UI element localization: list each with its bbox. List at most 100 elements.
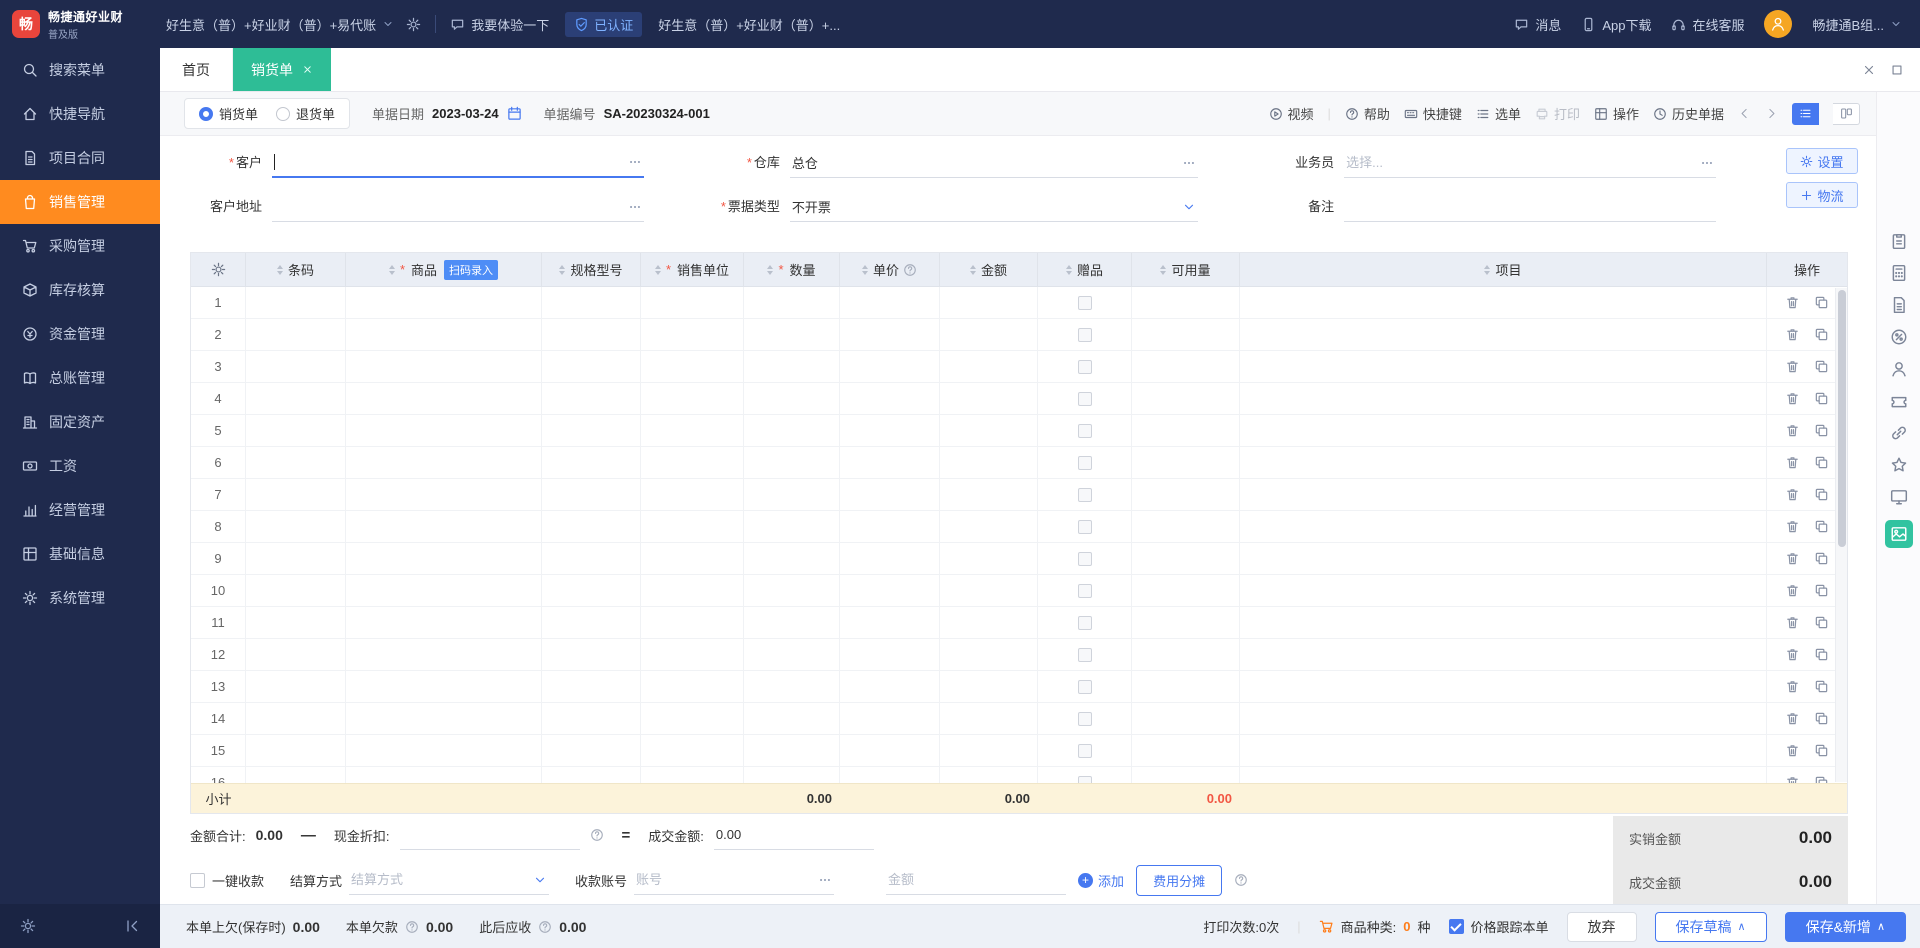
copy-row-icon[interactable] <box>1814 423 1829 438</box>
copy-row-icon[interactable] <box>1814 359 1829 374</box>
table-cell[interactable] <box>940 575 1038 606</box>
table-cell[interactable] <box>744 511 840 542</box>
chevron-down-icon[interactable] <box>533 873 547 887</box>
copy-row-icon[interactable] <box>1814 615 1829 630</box>
table-cell[interactable] <box>246 511 346 542</box>
table-cell[interactable] <box>744 575 840 606</box>
table-cell[interactable] <box>542 319 641 350</box>
copy-row-icon[interactable] <box>1814 583 1829 598</box>
sidebar-item-4[interactable]: 采购管理 <box>0 224 160 268</box>
gift-checkbox[interactable] <box>1077 615 1092 630</box>
table-cell[interactable] <box>1240 511 1767 542</box>
one-click-receipt[interactable]: 一键收款 <box>190 871 264 890</box>
table-cell[interactable] <box>744 607 840 638</box>
table-cell[interactable] <box>542 735 641 766</box>
table-cell[interactable] <box>1132 607 1240 638</box>
table-cell[interactable] <box>1132 735 1240 766</box>
sidebar-item-2[interactable]: 项目合同 <box>0 136 160 180</box>
tab-sales-order[interactable]: 销货单 <box>233 48 331 91</box>
delete-row-icon[interactable] <box>1785 583 1800 598</box>
table-cell[interactable] <box>744 351 840 382</box>
prev-doc-icon[interactable] <box>1738 107 1751 120</box>
customer-input-field[interactable] <box>281 154 622 170</box>
view-list-toggle[interactable] <box>1792 102 1819 125</box>
more-icon[interactable] <box>1182 156 1196 170</box>
table-cell[interactable] <box>1240 319 1767 350</box>
delete-row-icon[interactable] <box>1785 679 1800 694</box>
table-cell[interactable] <box>1132 575 1240 606</box>
table-cell[interactable] <box>940 383 1038 414</box>
sidebar-item-10[interactable]: 经营管理 <box>0 488 160 532</box>
copy-row-icon[interactable] <box>1814 743 1829 758</box>
table-cell[interactable] <box>641 319 744 350</box>
col-header-5[interactable]: 单价 <box>840 253 940 286</box>
table-cell[interactable] <box>1240 639 1767 670</box>
gift-checkbox[interactable] <box>1077 743 1092 758</box>
col-header-0[interactable]: 条码 <box>246 253 346 286</box>
more-icon[interactable] <box>628 200 642 214</box>
table-cell[interactable] <box>744 383 840 414</box>
table-cell[interactable] <box>840 607 940 638</box>
gift-checkbox[interactable] <box>1077 423 1092 438</box>
table-cell[interactable] <box>542 639 641 670</box>
gift-checkbox[interactable] <box>1077 711 1092 726</box>
table-cell[interactable] <box>542 671 641 702</box>
table-cell[interactable] <box>940 479 1038 510</box>
view-grid-toggle[interactable] <box>1833 102 1860 125</box>
video-link[interactable]: 视频 <box>1269 104 1314 123</box>
table-cell[interactable] <box>1240 671 1767 702</box>
experience-link[interactable]: 我要体验一下 <box>450 15 549 34</box>
remark-input[interactable] <box>1344 192 1716 222</box>
table-cell[interactable] <box>1132 383 1240 414</box>
salesman-input-field[interactable] <box>1346 155 1694 170</box>
delete-row-icon[interactable] <box>1785 487 1800 502</box>
delete-row-icon[interactable] <box>1785 775 1800 783</box>
delete-row-icon[interactable] <box>1785 711 1800 726</box>
delete-row-icon[interactable] <box>1785 647 1800 662</box>
customer-icon[interactable] <box>1890 360 1908 378</box>
save-draft-button[interactable]: 保存草稿 ∧ <box>1654 911 1767 942</box>
gift-checkbox[interactable] <box>1077 487 1092 502</box>
table-cell[interactable] <box>1240 767 1767 783</box>
table-cell[interactable] <box>744 767 840 783</box>
pick-order-button[interactable]: 选单 <box>1476 104 1521 123</box>
gift-checkbox[interactable] <box>1077 647 1092 662</box>
table-cell[interactable] <box>346 639 542 670</box>
table-cell[interactable] <box>1132 479 1240 510</box>
warehouse-input[interactable] <box>789 148 1199 178</box>
table-cell[interactable] <box>840 639 940 670</box>
gift-checkbox[interactable] <box>1077 551 1092 566</box>
document-icon[interactable] <box>1890 296 1908 314</box>
table-cell[interactable] <box>542 543 641 574</box>
copy-row-icon[interactable] <box>1814 711 1829 726</box>
table-cell[interactable] <box>1132 511 1240 542</box>
table-cell[interactable] <box>246 703 346 734</box>
delete-row-icon[interactable] <box>1785 519 1800 534</box>
table-cell[interactable] <box>346 671 542 702</box>
sidebar-item-6[interactable]: 资金管理 <box>0 312 160 356</box>
sort-icon[interactable] <box>767 264 774 275</box>
sort-icon[interactable] <box>388 264 395 275</box>
copy-row-icon[interactable] <box>1814 487 1829 502</box>
delete-row-icon[interactable] <box>1785 327 1800 342</box>
table-cell[interactable] <box>346 447 542 478</box>
table-cell[interactable] <box>744 703 840 734</box>
table-cell[interactable] <box>1240 703 1767 734</box>
copy-row-icon[interactable] <box>1814 679 1829 694</box>
table-cell[interactable] <box>246 607 346 638</box>
address-input-field[interactable] <box>274 199 622 214</box>
table-cell[interactable] <box>1132 671 1240 702</box>
help-icon[interactable] <box>1234 873 1248 887</box>
method-select[interactable] <box>349 865 550 895</box>
gift-checkbox[interactable] <box>1077 775 1092 783</box>
table-cell[interactable] <box>641 383 744 414</box>
table-cell[interactable] <box>641 511 744 542</box>
table-cell[interactable] <box>840 735 940 766</box>
expand-icon[interactable] <box>1890 63 1904 77</box>
table-cell[interactable] <box>744 735 840 766</box>
table-cell[interactable] <box>1132 319 1240 350</box>
table-cell[interactable] <box>641 575 744 606</box>
copy-row-icon[interactable] <box>1814 391 1829 406</box>
table-cell[interactable] <box>1132 703 1240 734</box>
customer-input[interactable] <box>272 148 644 178</box>
